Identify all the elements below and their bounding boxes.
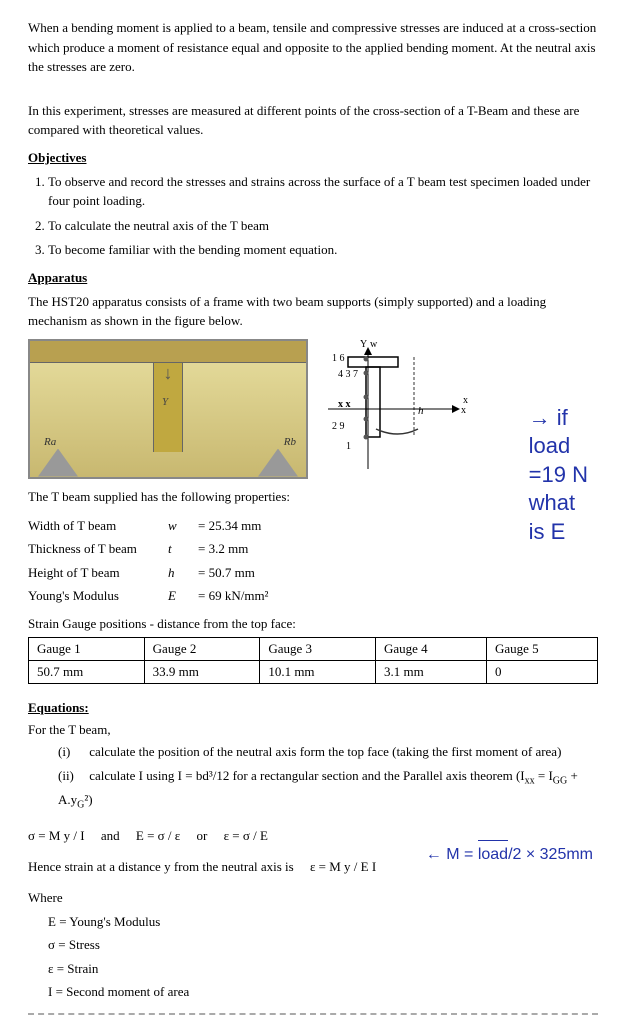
equations-block: Equations: For the T beam, (i) calculate… bbox=[28, 700, 598, 1004]
y-axis-label: Y bbox=[162, 396, 168, 408]
eq-text-i: calculate the position of the neutral ax… bbox=[89, 744, 561, 759]
apparatus-heading: Apparatus bbox=[28, 270, 598, 286]
eq-text-ii: calculate I using I = bd³/12 for a recta… bbox=[58, 768, 578, 807]
intro-para2: In this experiment, stresses are measure… bbox=[28, 101, 598, 140]
beam-top-bar bbox=[30, 341, 306, 363]
property-modulus: Young's Modulus E = 69 kN/mm² bbox=[28, 584, 598, 607]
support-label-ra: Ra bbox=[44, 436, 56, 448]
gauge-header-5: Gauge 5 bbox=[486, 637, 597, 660]
svg-text:4 3 7: 4 3 7 bbox=[338, 369, 358, 380]
gauge-header-4: Gauge 4 bbox=[375, 637, 486, 660]
svg-text:x: x bbox=[461, 405, 466, 416]
strain-formula-intro: Hence strain at a distance y from the ne… bbox=[28, 859, 294, 874]
figures-row: 325mm 150mm 325mm Ra Rb ↓ Y bbox=[28, 339, 598, 479]
svg-text:x x: x x bbox=[338, 399, 351, 410]
objectives-heading: Objectives bbox=[28, 150, 598, 166]
property-height: Height of T beam h = 50.7 mm bbox=[28, 561, 598, 584]
equations-intro: For the T beam, bbox=[28, 722, 598, 738]
modulus-sym: E bbox=[168, 584, 198, 607]
eq-label-i: (i) bbox=[58, 742, 86, 763]
thickness-val: = 3.2 mm bbox=[198, 537, 248, 560]
thickness-label: Thickness of T beam bbox=[28, 537, 168, 560]
strain-heading: Strain Gauge positions - distance from t… bbox=[28, 616, 598, 632]
support-label-rb: Rb bbox=[284, 436, 296, 448]
where-eps: ε = Strain bbox=[48, 957, 598, 980]
cross-section-svg: w x Y x 1 6 4 3 7 x x 2 9 1 h bbox=[318, 339, 478, 479]
svg-text:1: 1 bbox=[346, 441, 351, 452]
width-sym: w bbox=[168, 514, 198, 537]
load-arrow-icon: ↓ bbox=[164, 363, 173, 384]
sigma-formula: σ = M y / I bbox=[28, 828, 85, 843]
gauge-val-1: 50.7 mm bbox=[29, 660, 145, 683]
or-label: or bbox=[196, 828, 207, 843]
objective-1: To observe and record the stresses and s… bbox=[48, 172, 598, 211]
gauge-header-2: Gauge 2 bbox=[144, 637, 260, 660]
equations-heading: Equations: bbox=[28, 700, 598, 716]
where-sigma: σ = Stress bbox=[48, 933, 598, 956]
where-e: E = Young's Modulus bbox=[48, 910, 598, 933]
and-label: and bbox=[101, 828, 120, 843]
page-bottom-divider bbox=[28, 1013, 598, 1015]
where-list: E = Young's Modulus σ = Stress ε = Strai… bbox=[48, 910, 598, 1004]
svg-text:h: h bbox=[418, 405, 424, 417]
svg-text:x: x bbox=[463, 395, 468, 406]
svg-text:w: w bbox=[370, 339, 378, 350]
equation-item-i: (i) calculate the position of the neutra… bbox=[58, 742, 598, 763]
intro-para1: When a bending moment is applied to a be… bbox=[28, 18, 598, 77]
modulus-val: = 69 kN/mm² bbox=[198, 584, 268, 607]
equations-list: (i) calculate the position of the neutra… bbox=[58, 742, 598, 814]
e-formula: E = σ / ε bbox=[136, 828, 180, 843]
svg-text:1 6: 1 6 bbox=[332, 353, 345, 364]
height-val: = 50.7 mm bbox=[198, 561, 255, 584]
beam-figure: 325mm 150mm 325mm Ra Rb ↓ Y bbox=[28, 339, 308, 479]
thickness-sym: t bbox=[168, 537, 198, 560]
height-sym: h bbox=[168, 561, 198, 584]
width-label: Width of T beam bbox=[28, 514, 168, 537]
where-heading: Where bbox=[28, 886, 598, 909]
gauge-header-1: Gauge 1 bbox=[29, 637, 145, 660]
svg-text:Y: Y bbox=[360, 339, 367, 350]
gauge-val-3: 10.1 mm bbox=[260, 660, 376, 683]
beam-support-right bbox=[258, 449, 298, 477]
apparatus-text: The HST20 apparatus consists of a frame … bbox=[28, 292, 598, 331]
equation-item-ii: (ii) calculate I using I = bd³/12 for a … bbox=[58, 766, 598, 813]
gauge-val-2: 33.9 mm bbox=[144, 660, 260, 683]
formula-row-1: σ = M y / I and E = σ / ε or ε = σ / E bbox=[28, 824, 598, 847]
gauge-header-3: Gauge 3 bbox=[260, 637, 376, 660]
width-val: = 25.34 mm bbox=[198, 514, 261, 537]
property-thickness: Thickness of T beam t = 3.2 mm bbox=[28, 537, 598, 560]
gauge-header-row: Gauge 1 Gauge 2 Gauge 3 Gauge 4 Gauge 5 bbox=[29, 637, 598, 660]
height-label: Height of T beam bbox=[28, 561, 168, 584]
where-i: I = Second moment of area bbox=[48, 980, 598, 1003]
objectives-list: To observe and record the stresses and s… bbox=[48, 172, 598, 260]
modulus-label: Young's Modulus bbox=[28, 584, 168, 607]
properties-block: Width of T beam w = 25.34 mm Thickness o… bbox=[28, 514, 598, 608]
properties-intro: The T beam supplied has the following pr… bbox=[28, 487, 598, 507]
gauge-val-4: 3.1 mm bbox=[375, 660, 486, 683]
gauge-value-row: 50.7 mm 33.9 mm 10.1 mm 3.1 mm 0 bbox=[29, 660, 598, 683]
property-width: Width of T beam w = 25.34 mm bbox=[28, 514, 598, 537]
eq-label-ii: (ii) bbox=[58, 766, 86, 787]
strain-formula-eq: ε = M y / E I bbox=[310, 859, 376, 874]
objective-3: To become familiar with the bending mome… bbox=[48, 240, 598, 260]
where-block: Where E = Young's Modulus σ = Stress ε =… bbox=[28, 886, 598, 1003]
beam-support-left bbox=[38, 449, 78, 477]
formula-row-2: Hence strain at a distance y from the ne… bbox=[28, 855, 598, 878]
objective-2: To calculate the neutral axis of the T b… bbox=[48, 216, 598, 236]
svg-text:2 9: 2 9 bbox=[332, 421, 345, 432]
gauge-table: Gauge 1 Gauge 2 Gauge 3 Gauge 4 Gauge 5 … bbox=[28, 637, 598, 684]
eps-formula: ε = σ / E bbox=[224, 828, 268, 843]
gauge-val-5: 0 bbox=[486, 660, 597, 683]
cross-section-figure: w x Y x 1 6 4 3 7 x x 2 9 1 h bbox=[318, 339, 478, 479]
